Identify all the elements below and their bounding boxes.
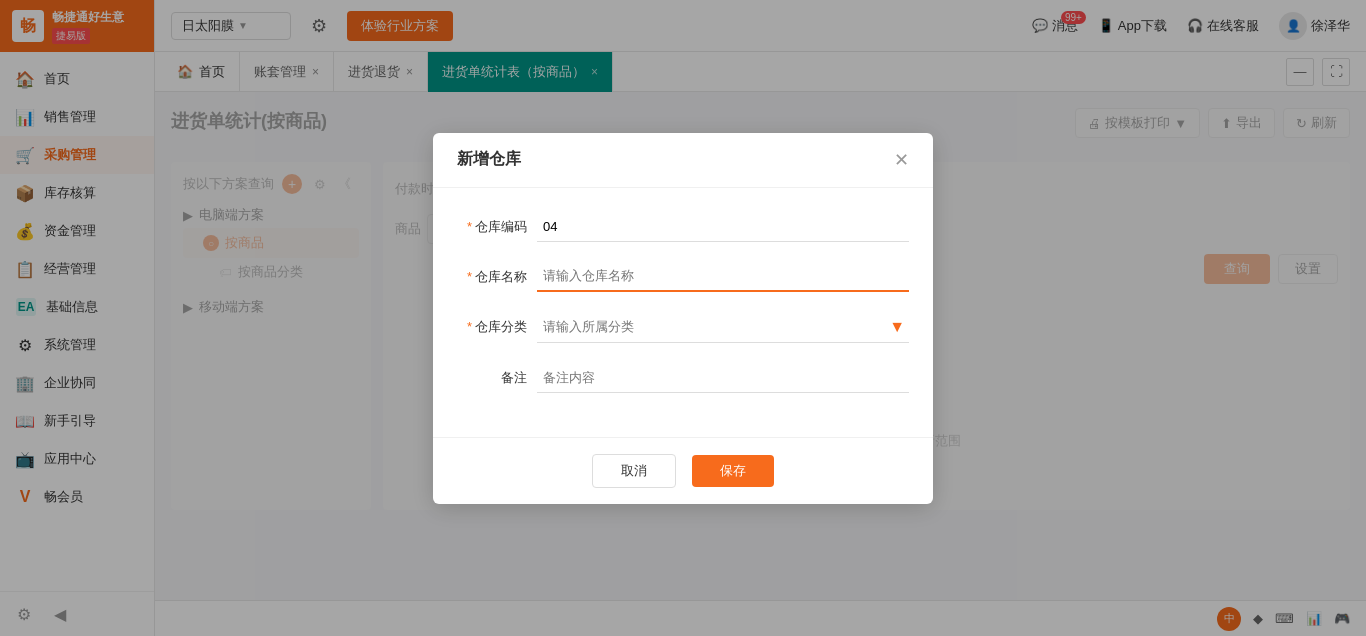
modal-overlay: 新增仓库 ✕ 仓库编码 仓库名称 仓库分类 ▼ [0,0,1366,636]
modal-body: 仓库编码 仓库名称 仓库分类 ▼ 备注 [433,188,933,437]
modal-header: 新增仓库 ✕ [433,133,933,188]
form-row-code: 仓库编码 [457,212,909,242]
category-dropdown-icon[interactable]: ▼ [889,318,909,336]
modal-close-btn[interactable]: ✕ [894,149,909,171]
form-row-note: 备注 [457,363,909,393]
category-label: 仓库分类 [457,318,537,336]
code-label: 仓库编码 [457,218,537,236]
modal-footer: 取消 保存 [433,437,933,504]
save-btn[interactable]: 保存 [692,455,774,487]
code-input[interactable] [537,212,909,242]
name-label: 仓库名称 [457,268,537,286]
form-row-name: 仓库名称 [457,262,909,292]
modal-title: 新增仓库 [457,149,521,170]
name-input[interactable] [537,262,909,292]
category-input[interactable] [537,312,889,342]
modal-add-warehouse: 新增仓库 ✕ 仓库编码 仓库名称 仓库分类 ▼ [433,133,933,504]
form-row-category: 仓库分类 ▼ [457,312,909,343]
note-input[interactable] [537,363,909,393]
cancel-btn[interactable]: 取消 [592,454,676,488]
note-label: 备注 [457,369,537,387]
category-select-wrapper: ▼ [537,312,909,343]
